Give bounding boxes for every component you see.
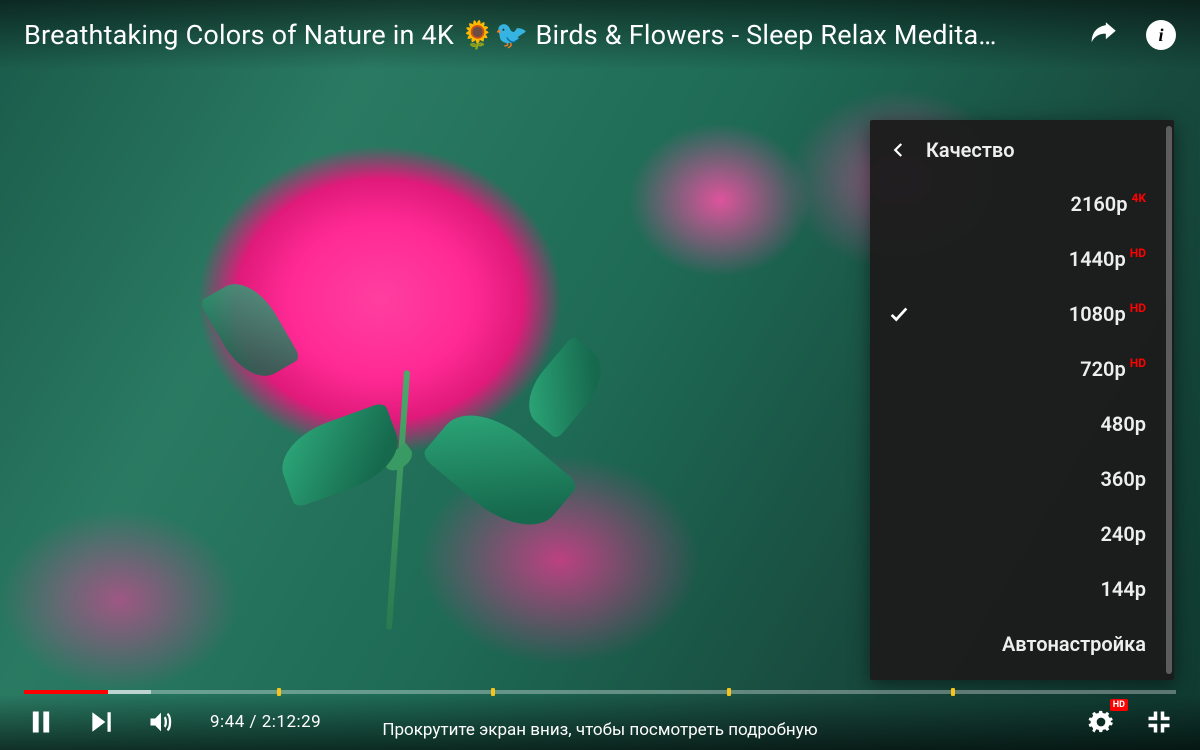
gear-icon [1088,709,1114,735]
quality-option-label: 1440p [1069,247,1126,271]
quality-option-label: 360p [1100,467,1146,491]
video-player[interactable]: Breathtaking Colors of Nature in 4K 🌻🐦 B… [0,0,1200,750]
quality-option-badge: 4K [1131,191,1146,205]
quality-option-label: Автонастройка [1002,632,1146,656]
quality-option-badge: HD [1130,301,1146,315]
quality-option-label: 144p [1100,577,1146,601]
fullscreen-exit-button[interactable] [1142,705,1176,739]
player-controls: 9:44 / 2:12:29 HD [0,694,1200,750]
next-icon [88,709,114,735]
quality-option-label: 720p [1080,357,1126,381]
video-title: Breathtaking Colors of Nature in 4K 🌻🐦 B… [24,19,1066,51]
quality-option-label: 240p [1100,522,1146,546]
time-duration: 2:12:29 [262,712,322,732]
quality-option-240p[interactable]: 240p [870,506,1174,561]
menu-scrollbar[interactable] [1166,126,1172,674]
info-icon: i [1158,25,1163,46]
next-button[interactable] [84,705,118,739]
time-display: 9:44 / 2:12:29 [210,712,321,732]
share-icon [1086,18,1120,52]
info-button[interactable]: i [1146,20,1176,50]
decorative-leaf [272,402,409,509]
top-overlay: Breathtaking Colors of Nature in 4K 🌻🐦 B… [0,0,1200,70]
time-current: 9:44 [210,712,245,732]
quality-option-480p[interactable]: 480p [870,396,1174,451]
share-button[interactable] [1086,18,1120,52]
settings-button[interactable]: HD [1084,705,1118,739]
quality-option-360p[interactable]: 360p [870,451,1174,506]
pause-button[interactable] [24,705,58,739]
decorative-leaf [199,272,301,389]
decorative-stem [386,370,410,630]
quality-option-720p[interactable]: 720p HD [870,341,1174,396]
quality-option-144p[interactable]: 144p [870,561,1174,616]
decorative-leaf [515,335,615,439]
fullscreen-exit-icon [1145,708,1173,736]
settings-hd-badge: HD [1110,699,1128,711]
check-icon [888,303,910,325]
quality-menu: Качество 2160p4K 1440p HD 1080p HD 720p HD 480p… [870,120,1174,680]
volume-button[interactable] [144,705,178,739]
quality-option-label: 2160p [1071,192,1128,216]
quality-option-1080p[interactable]: 1080p HD [870,286,1174,341]
quality-option-label: 480p [1100,412,1146,436]
quality-menu-list: 2160p4K 1440p HD 1080p HD 720p HD 480p 360p 240p 1… [870,176,1174,680]
quality-option-badge: HD [1130,356,1146,370]
quality-option-2160p[interactable]: 2160p4K [870,176,1174,231]
quality-option-автонастройка[interactable]: Автонастройка [870,616,1174,671]
quality-option-badge: HD [1130,246,1146,260]
chevron-left-icon [890,141,908,159]
quality-option-label: 1080p [1069,302,1126,326]
quality-menu-back[interactable]: Качество [870,120,1174,176]
volume-icon [147,708,175,736]
pause-icon [27,708,55,736]
quality-option-1440p[interactable]: 1440p HD [870,231,1174,286]
quality-menu-title: Качество [926,138,1015,162]
